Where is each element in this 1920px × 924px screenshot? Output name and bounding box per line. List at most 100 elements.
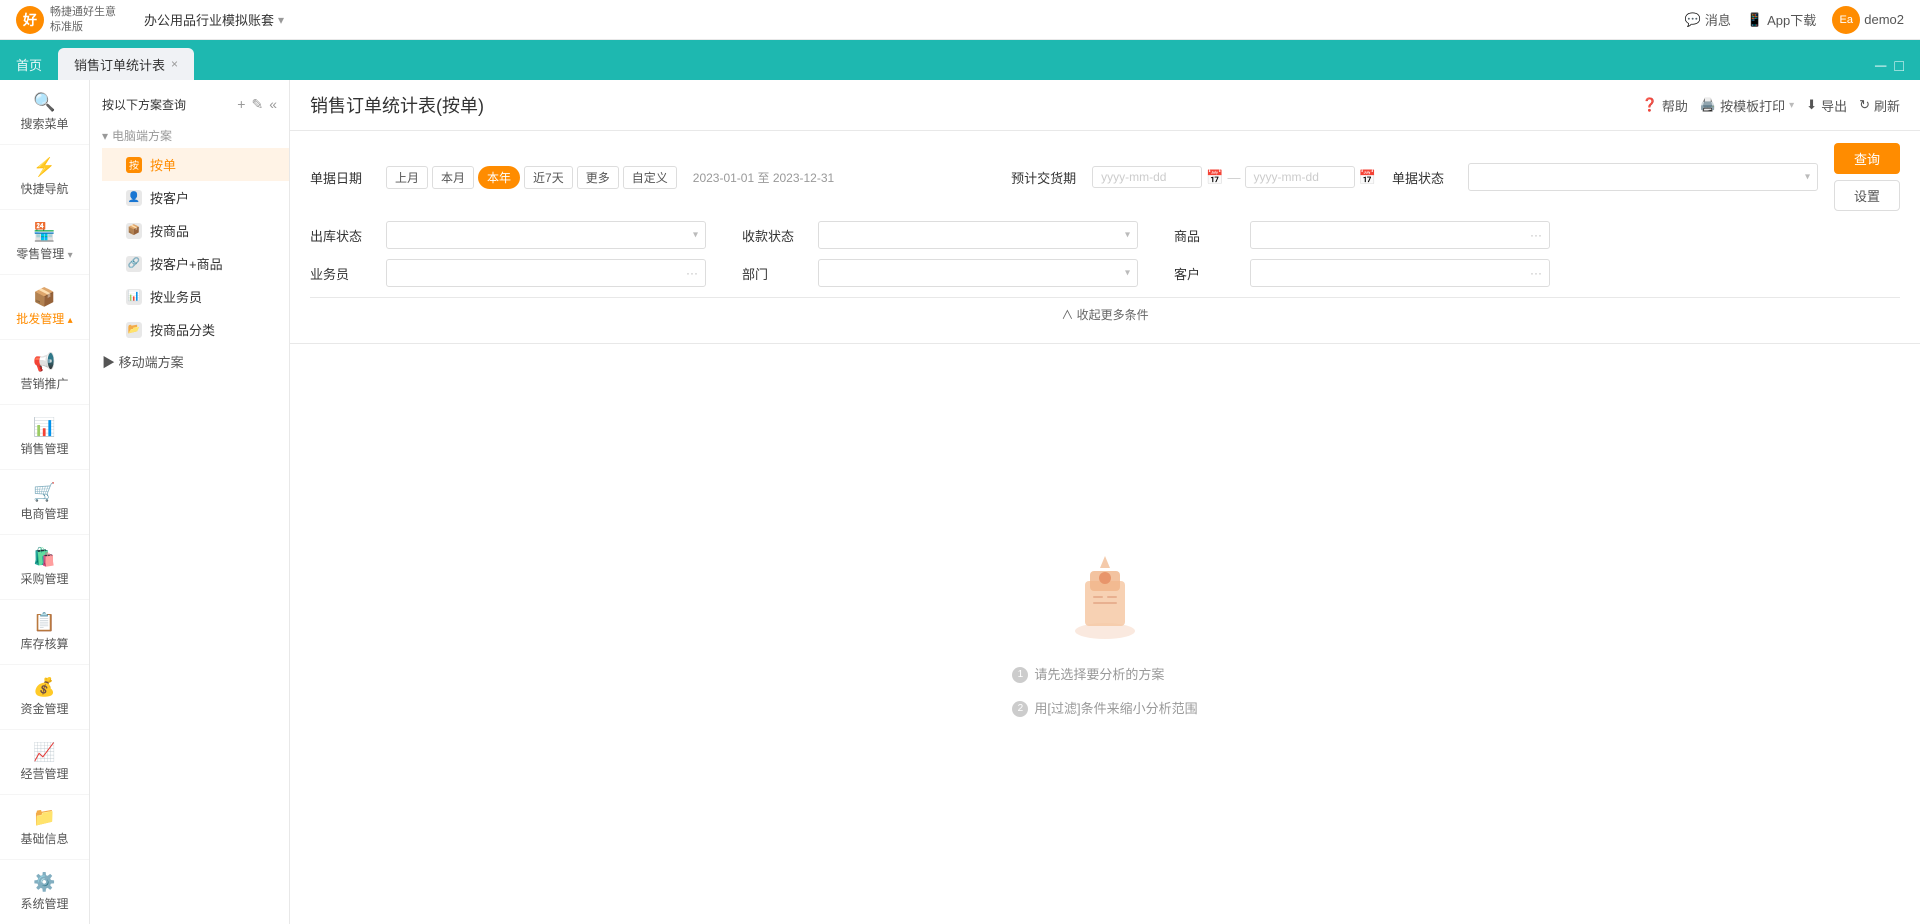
print-icon: 🖨️	[1700, 97, 1716, 113]
date-range-text: 2023-01-01 至 2023-12-31	[693, 169, 834, 186]
customer-more-icon[interactable]: ···	[1530, 266, 1542, 280]
top-bar: 好 畅捷通好生意 标准版 办公用品行业模拟账套 ▾ 💬 消息 📱 App下载 E…	[0, 0, 1920, 40]
finance-icon: 💰	[0, 677, 89, 698]
by-customer-icon: 👤	[126, 190, 142, 206]
wholesale-icon: 📦	[0, 287, 89, 308]
top-bar-left: 好 畅捷通好生意 标准版 办公用品行业模拟账套 ▾	[16, 5, 284, 34]
date-dash: —	[1228, 170, 1241, 185]
scheme-by-customer[interactable]: 👤 按客户	[102, 181, 289, 214]
dept-wrapper: ▾	[818, 259, 1138, 287]
query-btn[interactable]: 查询	[1834, 143, 1900, 174]
date-btn-this-year[interactable]: 本年	[478, 166, 520, 189]
status-select[interactable]	[1468, 163, 1818, 191]
scheme-by-goods[interactable]: 📦 按商品	[102, 214, 289, 247]
goods-select[interactable]	[1250, 221, 1550, 249]
empty-state: 1 请先选择要分析的方案 2 用[过滤]条件来缩小分析范围	[290, 344, 1920, 924]
sidebar-item-purchase[interactable]: 🛍️ 采购管理	[0, 535, 89, 600]
export-btn[interactable]: ⬇ 导出	[1806, 96, 1847, 115]
print-btn[interactable]: 🖨️ 按模板打印 ▾	[1700, 96, 1794, 115]
sidebar-item-search[interactable]: 🔍 搜索菜单	[0, 80, 89, 145]
setting-btn[interactable]: 设置	[1834, 180, 1900, 211]
empty-text: 1 请先选择要分析的方案 2 用[过滤]条件来缩小分析范围	[1012, 662, 1197, 722]
app-title-dropdown-icon[interactable]: ▾	[278, 13, 284, 27]
logo-text: 畅捷通好生意 标准版	[50, 5, 116, 34]
app-title-area[interactable]: 办公用品行业模拟账套 ▾	[144, 10, 284, 29]
sidebar-item-wholesale[interactable]: 📦 批发管理 ▴	[0, 275, 89, 340]
goods-label: 商品	[1174, 226, 1234, 245]
print-dropdown-icon[interactable]: ▾	[1789, 100, 1794, 111]
scheme-by-category[interactable]: 📂 按商品分类	[102, 313, 289, 346]
filter-row-2: 出库状态 ▾ 收款状态 ▾ 商品 ···	[310, 221, 1900, 249]
sidebar-item-operations[interactable]: 📈 经营管理	[0, 730, 89, 795]
expected-date-start[interactable]: yyyy-mm-dd	[1092, 166, 1202, 188]
by-combo-icon: 🔗	[126, 256, 142, 272]
operations-icon: 📈	[0, 742, 89, 763]
left-panel-title: 按以下方案查询	[102, 96, 186, 113]
staff-select[interactable]	[386, 259, 706, 287]
expected-date-range: yyyy-mm-dd 📅 — yyyy-mm-dd 📅	[1092, 166, 1376, 188]
refresh-icon: ↻	[1859, 97, 1870, 113]
sidebar: 🔍 搜索菜单 ⚡ 快捷导航 🏪 零售管理 ▾ 📦 批发管理 ▴ 📢 营销推广 📊…	[0, 80, 90, 924]
top-bar-right: 💬 消息 📱 App下载 Ea demo2	[1685, 6, 1904, 34]
sidebar-item-base[interactable]: 📁 基础信息	[0, 795, 89, 860]
date-btn-group: 上月 本月 本年 近7天 更多 自定义	[386, 166, 677, 189]
edit-scheme-icon[interactable]: ✎	[251, 96, 263, 113]
app-title: 办公用品行业模拟账套	[144, 10, 274, 29]
date-btn-more[interactable]: 更多	[577, 166, 619, 189]
inventory-icon: 📋	[0, 612, 89, 633]
message-btn[interactable]: 💬 消息	[1685, 10, 1731, 29]
dept-select[interactable]	[818, 259, 1138, 287]
page-header: 销售订单统计表(按单) ❓ 帮助 🖨️ 按模板打印 ▾ ⬇ 导出	[290, 80, 1920, 131]
sidebar-item-inventory[interactable]: 📋 库存核算	[0, 600, 89, 665]
expected-date-end[interactable]: yyyy-mm-dd	[1245, 166, 1355, 188]
mobile-section[interactable]: ▶ 移动端方案	[90, 346, 289, 377]
goods-more-icon[interactable]: ···	[1530, 228, 1542, 242]
purchase-icon: 🛍️	[0, 547, 89, 568]
status-select-wrapper: ▾	[1468, 163, 1818, 191]
sidebar-item-retail[interactable]: 🏪 零售管理 ▾	[0, 210, 89, 275]
collapse-bar[interactable]: ∧ 收起更多条件	[310, 297, 1900, 331]
date-btn-last-month[interactable]: 上月	[386, 166, 428, 189]
sidebar-item-sales[interactable]: 📊 销售管理	[0, 405, 89, 470]
pay-status-select[interactable]	[818, 221, 1138, 249]
tab-minimize-icon[interactable]: ─	[1875, 58, 1886, 76]
main-layout: 🔍 搜索菜单 ⚡ 快捷导航 🏪 零售管理 ▾ 📦 批发管理 ▴ 📢 营销推广 📊…	[0, 80, 1920, 924]
calendar-start-icon[interactable]: 📅	[1206, 169, 1223, 186]
tab-home[interactable]: 首页	[0, 48, 58, 80]
calendar-end-icon[interactable]: 📅	[1359, 169, 1376, 186]
refresh-btn[interactable]: ↻ 刷新	[1859, 96, 1900, 115]
sidebar-item-quicknav[interactable]: ⚡ 快捷导航	[0, 145, 89, 210]
tab-maximize-icon[interactable]: □	[1894, 58, 1904, 76]
date-label: 单据日期	[310, 168, 370, 187]
scheme-by-staff[interactable]: 📊 按业务员	[102, 280, 289, 313]
page-title: 销售订单统计表(按单)	[310, 92, 484, 118]
ecommerce-icon: 🛒	[0, 482, 89, 503]
user-area[interactable]: Ea demo2	[1832, 6, 1904, 34]
add-scheme-icon[interactable]: +	[237, 96, 245, 113]
ship-status-select[interactable]	[386, 221, 706, 249]
app-download-btn[interactable]: 📱 App下载	[1747, 10, 1816, 29]
date-btn-custom[interactable]: 自定义	[623, 166, 677, 189]
collapse-label: ∧ 收起更多条件	[1061, 308, 1148, 322]
sidebar-item-marketing[interactable]: 📢 营销推广	[0, 340, 89, 405]
collapse-panel-icon[interactable]: «	[269, 96, 277, 113]
page-actions: ❓ 帮助 🖨️ 按模板打印 ▾ ⬇ 导出 ↻ 刷新	[1642, 96, 1900, 115]
status-label: 单据状态	[1392, 168, 1452, 187]
sidebar-item-finance[interactable]: 💰 资金管理	[0, 665, 89, 730]
help-btn[interactable]: ❓ 帮助	[1642, 96, 1688, 115]
sidebar-item-ecommerce[interactable]: 🛒 电商管理	[0, 470, 89, 535]
tab-sales-stat[interactable]: 销售订单统计表 ×	[58, 48, 194, 80]
left-panel: 按以下方案查询 + ✎ « ▾ 电脑端方案 按 按单	[90, 80, 290, 924]
tab-close-icon[interactable]: ×	[171, 57, 178, 71]
scheme-by-order[interactable]: 按 按单	[102, 148, 289, 181]
pc-section-label: ▾ 电脑端方案	[90, 123, 289, 148]
empty-step-1: 1 请先选择要分析的方案	[1012, 662, 1197, 688]
dept-label: 部门	[742, 264, 802, 283]
staff-more-icon[interactable]: ···	[686, 266, 698, 280]
customer-select[interactable]	[1250, 259, 1550, 287]
left-panel-header: 按以下方案查询 + ✎ «	[90, 90, 289, 119]
date-btn-this-month[interactable]: 本月	[432, 166, 474, 189]
date-btn-7days[interactable]: 近7天	[524, 166, 573, 189]
scheme-by-customer-goods[interactable]: 🔗 按客户+商品	[102, 247, 289, 280]
sidebar-item-system[interactable]: ⚙️ 系统管理	[0, 860, 89, 924]
